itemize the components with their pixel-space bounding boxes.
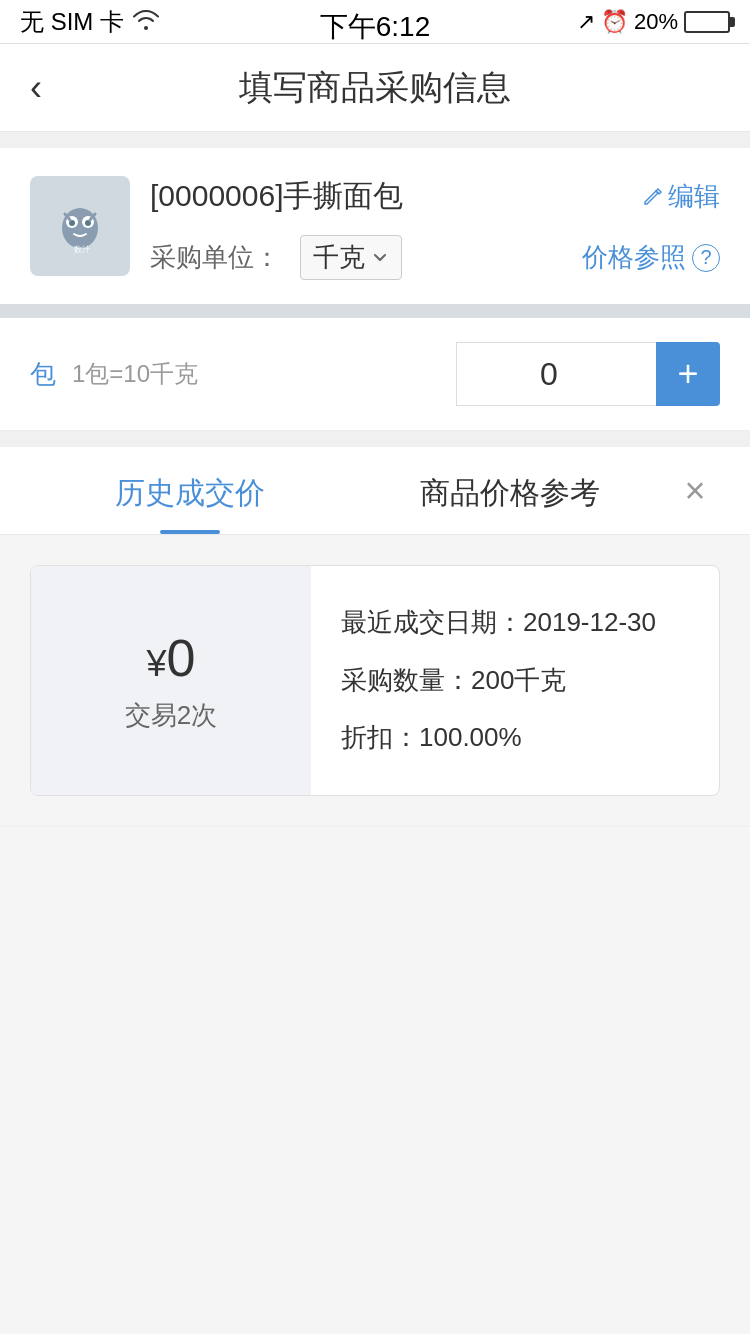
status-time: 下午6:12 <box>320 8 431 46</box>
product-section: 数汁 [0000006]手撕面包 编辑 采购单位： 千克 <box>0 148 750 304</box>
edit-label: 编辑 <box>668 179 720 214</box>
status-bar: 无 SIM 卡 下午6:12 ↗ ⏰ 20% <box>0 0 750 44</box>
quantity-section: 包 1包=10千克 + <box>0 318 750 431</box>
svg-point-0 <box>62 208 98 248</box>
quantity-input-group: + <box>456 342 720 406</box>
quantity-left: 包 1包=10千克 <box>30 357 198 392</box>
purchase-qty-row: 采购数量：200千克 <box>341 660 689 702</box>
product-info: [0000006]手撕面包 编辑 采购单位： 千克 价格 <box>150 176 720 280</box>
svg-text:数汁: 数汁 <box>74 245 90 254</box>
product-name: [0000006]手撕面包 <box>150 176 403 217</box>
product-unit-row: 采购单位： 千克 价格参照 ? <box>150 235 720 280</box>
quantity-input[interactable] <box>456 342 656 406</box>
unit-icon: 包 <box>30 357 56 392</box>
product-image: 数汁 <box>30 176 130 276</box>
main-content <box>0 827 750 1334</box>
nav-bar: ‹ 填写商品采购信息 <box>0 44 750 132</box>
tab-history-label: 历史成交价 <box>115 476 265 509</box>
last-trade-date-row: 最近成交日期：2019-12-30 <box>341 602 689 644</box>
purchase-qty-label: 采购数量： <box>341 665 471 695</box>
price-card-left: ¥0 交易2次 <box>31 566 311 795</box>
quantity-plus-button[interactable]: + <box>656 342 720 406</box>
status-right: ↗ ⏰ 20% <box>577 9 730 35</box>
price-card: ¥0 交易2次 最近成交日期：2019-12-30 采购数量：200千克 折扣：… <box>30 565 720 796</box>
price-amount: ¥0 <box>147 628 196 688</box>
discount-label: 折扣： <box>341 722 419 752</box>
price-value: 0 <box>167 629 196 687</box>
tab-price-reference[interactable]: 商品价格参考 <box>350 447 670 534</box>
section-divider <box>0 304 750 318</box>
battery-icon <box>684 11 730 33</box>
unit-select[interactable]: 千克 <box>300 235 402 280</box>
wifi-icon <box>132 8 160 36</box>
unit-label: 采购单位： <box>150 242 280 272</box>
page-title: 填写商品采购信息 <box>239 65 511 111</box>
discount-row: 折扣：100.00% <box>341 717 689 759</box>
edit-icon <box>642 186 664 208</box>
back-button[interactable]: ‹ <box>30 57 52 119</box>
location-icon: ↗ <box>577 9 595 35</box>
trade-count: 交易2次 <box>125 698 217 733</box>
price-reference-button[interactable]: 价格参照 ? <box>582 240 720 275</box>
alarm-icon: ⏰ <box>601 9 628 35</box>
product-logo-icon: 数汁 <box>50 196 110 256</box>
price-card-right: 最近成交日期：2019-12-30 采购数量：200千克 折扣：100.00% <box>311 566 719 795</box>
unit-left: 采购单位： 千克 <box>150 235 402 280</box>
price-ref-label: 价格参照 <box>582 240 686 275</box>
last-trade-date: 2019-12-30 <box>523 607 656 637</box>
unit-conversion: 1包=10千克 <box>72 358 198 390</box>
purchase-qty-value: 200千克 <box>471 665 566 695</box>
status-left: 无 SIM 卡 <box>20 6 160 38</box>
tab-content: ¥0 交易2次 最近成交日期：2019-12-30 采购数量：200千克 折扣：… <box>0 535 750 826</box>
tab-price-ref-label: 商品价格参考 <box>420 476 600 509</box>
unit-value: 千克 <box>313 240 365 275</box>
tab-history-price[interactable]: 历史成交价 <box>30 447 350 534</box>
sim-signal: 无 SIM 卡 <box>20 6 124 38</box>
product-header: [0000006]手撕面包 编辑 <box>150 176 720 217</box>
chevron-down-icon <box>371 249 389 267</box>
tabs-section: 历史成交价 商品价格参考 × ¥0 交易2次 最近成交日期：2019-12-30… <box>0 447 750 827</box>
tab-close-button[interactable]: × <box>670 466 720 516</box>
discount-value: 100.00% <box>419 722 522 752</box>
last-trade-label: 最近成交日期： <box>341 607 523 637</box>
edit-button[interactable]: 编辑 <box>642 179 720 214</box>
battery-percent: 20% <box>634 9 678 35</box>
tabs-header: 历史成交价 商品价格参考 × <box>0 447 750 535</box>
help-icon: ? <box>692 244 720 272</box>
price-currency: ¥ <box>147 643 167 684</box>
